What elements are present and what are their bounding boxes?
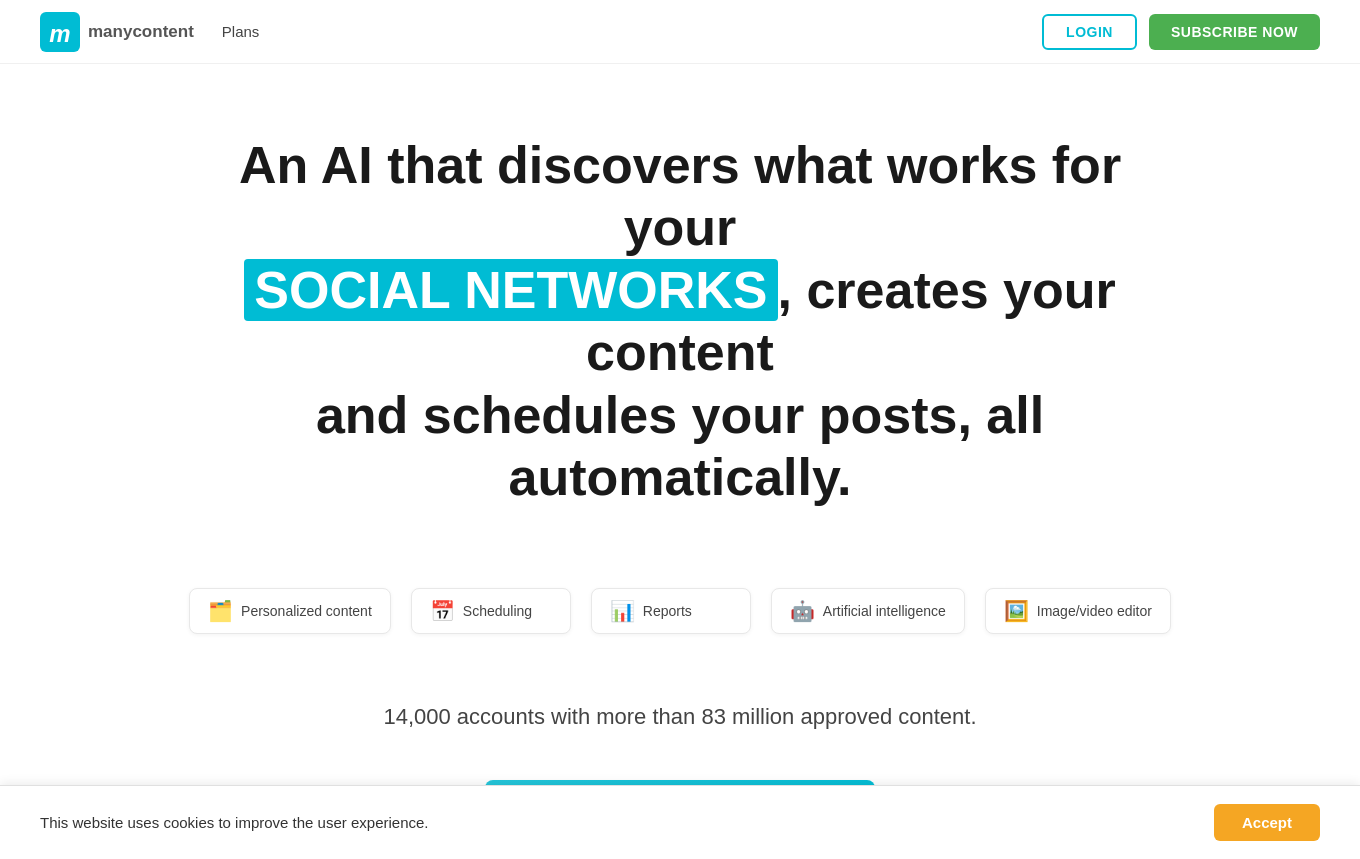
- feature-artificial-intelligence: 🤖 Artificial intelligence: [771, 588, 965, 634]
- feature-personalized-content-label: Personalized content: [241, 603, 372, 619]
- feature-personalized-content: 🗂️ Personalized content: [189, 588, 391, 634]
- image-video-icon: 🖼️: [1004, 599, 1029, 623]
- reports-icon: 📊: [610, 599, 635, 623]
- feature-ai-label: Artificial intelligence: [823, 603, 946, 619]
- hero-highlight: SOCIAL NETWORKS: [244, 259, 777, 321]
- features-row: 🗂️ Personalized content 📅 Scheduling 📊 R…: [0, 548, 1360, 654]
- logo-icon: m: [40, 12, 80, 52]
- personalized-content-icon: 🗂️: [208, 599, 233, 623]
- scheduling-icon: 📅: [430, 599, 455, 623]
- hero-heading: An AI that discovers what works for your…: [230, 134, 1130, 508]
- logo-area: m manycontent Plans: [40, 12, 259, 52]
- feature-scheduling: 📅 Scheduling: [411, 588, 571, 634]
- cookie-message: This website uses cookies to improve the…: [40, 814, 429, 831]
- login-button[interactable]: LOGIN: [1042, 14, 1137, 50]
- brand-name: manycontent: [88, 22, 194, 42]
- ai-icon: 🤖: [790, 599, 815, 623]
- stats-content: 14,000 accounts with more than 83 millio…: [383, 704, 976, 729]
- feature-reports: 📊 Reports: [591, 588, 751, 634]
- subscribe-header-button[interactable]: SUBSCRIBE NOW: [1149, 14, 1320, 50]
- svg-text:m: m: [49, 19, 70, 46]
- hero-line3: and schedules your posts, all automatica…: [316, 386, 1044, 506]
- accept-cookies-button[interactable]: Accept: [1214, 804, 1320, 841]
- feature-scheduling-label: Scheduling: [463, 603, 532, 619]
- nav-plans-link[interactable]: Plans: [222, 23, 260, 40]
- feature-reports-label: Reports: [643, 603, 692, 619]
- header: m manycontent Plans LOGIN SUBSCRIBE NOW: [0, 0, 1360, 64]
- hero-line1: An AI that discovers what works for your: [239, 136, 1121, 256]
- feature-image-video-label: Image/video editor: [1037, 603, 1152, 619]
- header-actions: LOGIN SUBSCRIBE NOW: [1042, 14, 1320, 50]
- hero-section: An AI that discovers what works for your…: [0, 64, 1360, 548]
- cookie-banner: This website uses cookies to improve the…: [0, 785, 1360, 859]
- feature-image-video-editor: 🖼️ Image/video editor: [985, 588, 1171, 634]
- stats-text: 14,000 accounts with more than 83 millio…: [0, 654, 1360, 760]
